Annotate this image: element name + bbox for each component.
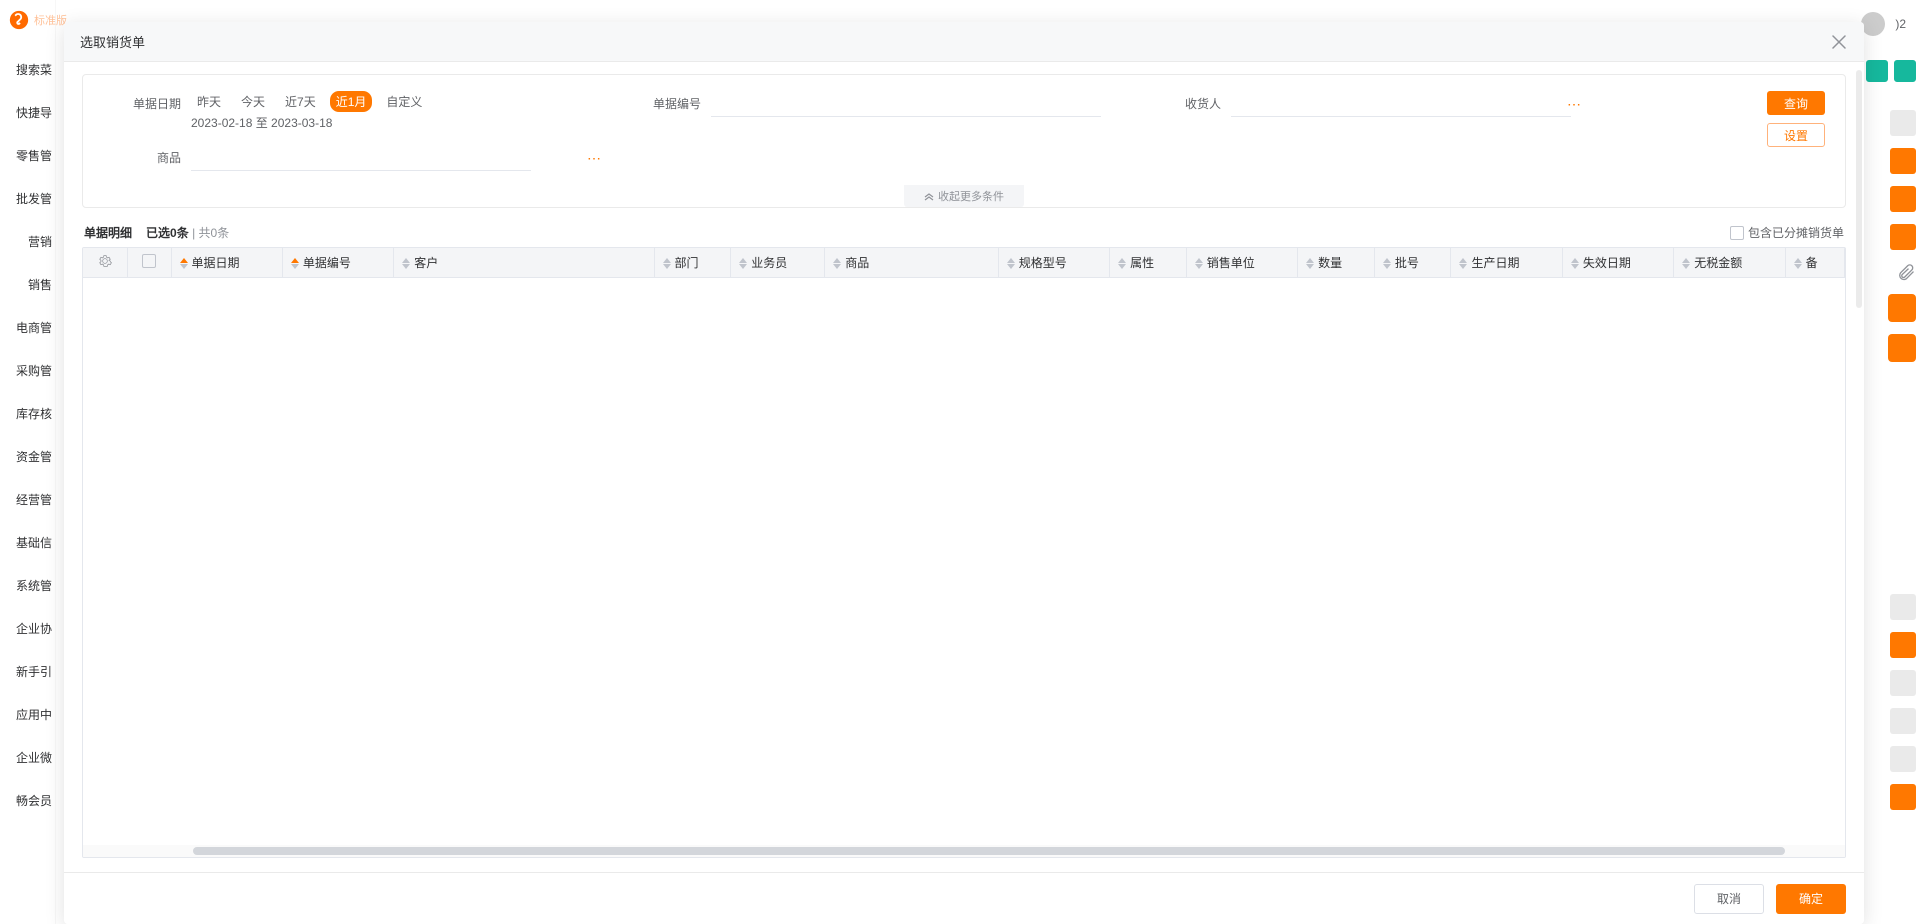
- sort-icon: [402, 258, 410, 269]
- col-salesperson[interactable]: 业务员: [731, 248, 825, 278]
- sort-icon: [1118, 258, 1126, 269]
- modal-body: 单据日期 昨天 今天 近7天 近1月 自定义 2023-02-18 至 2023…: [64, 62, 1864, 872]
- filter-date-label: 单据日期: [121, 91, 181, 112]
- date-chip-today[interactable]: 今天: [235, 91, 271, 112]
- sort-icon: [1682, 258, 1690, 269]
- filter-action-buttons: 查询 设置: [1767, 91, 1825, 147]
- col-customer[interactable]: 客户: [394, 248, 654, 278]
- date-range-text: 2023-02-18 至 2023-03-18: [191, 114, 601, 131]
- sort-icon: [1007, 258, 1015, 269]
- product-more-icon[interactable]: ⋯: [587, 150, 601, 167]
- col-expire-date[interactable]: 失效日期: [1562, 248, 1673, 278]
- modal-title: 选取销货单: [80, 32, 145, 51]
- modal-header: 选取销货单: [64, 22, 1864, 62]
- sort-asc-icon: [180, 258, 188, 269]
- col-no-tax-amount[interactable]: 无税金额: [1674, 248, 1785, 278]
- detail-label: 单据明细: [84, 224, 132, 241]
- selected-text: 已选0条 | 共0条: [146, 224, 229, 241]
- close-icon[interactable]: [1830, 33, 1848, 51]
- col-dept[interactable]: 部门: [654, 248, 731, 278]
- col-spec[interactable]: 规格型号: [998, 248, 1109, 278]
- filter-product-group: 商品 ⋯: [121, 145, 601, 171]
- x-icon: [1832, 35, 1846, 49]
- sort-icon: [833, 258, 841, 269]
- include-dispatched-label: 包含已分摊销货单: [1748, 224, 1844, 241]
- filter-receiver-group: 收货人 ⋯: [1161, 91, 1581, 117]
- checkbox-icon: [142, 254, 156, 268]
- date-chip-last7[interactable]: 近7天: [279, 91, 322, 112]
- sort-icon: [663, 258, 671, 269]
- filter-receiver-input[interactable]: [1231, 91, 1571, 117]
- sort-icon: [1459, 258, 1467, 269]
- filter-number-group: 单据编号: [641, 91, 1121, 117]
- filter-number-label: 单据编号: [641, 91, 701, 112]
- include-dispatched-checkbox[interactable]: 包含已分摊销货单: [1730, 224, 1844, 241]
- col-remark[interactable]: 备: [1785, 248, 1844, 278]
- scrollbar-thumb[interactable]: [193, 847, 1785, 855]
- filter-product-input[interactable]: [191, 145, 531, 171]
- settings-button[interactable]: 设置: [1767, 123, 1825, 147]
- filter-card: 单据日期 昨天 今天 近7天 近1月 自定义 2023-02-18 至 2023…: [82, 74, 1846, 208]
- date-chip-last1m[interactable]: 近1月: [330, 91, 373, 112]
- sort-icon: [739, 258, 747, 269]
- sort-asc-icon: [291, 258, 299, 269]
- date-chip-custom[interactable]: 自定义: [380, 91, 428, 112]
- gear-icon: [98, 255, 112, 271]
- col-number[interactable]: 单据编号: [282, 248, 393, 278]
- query-button[interactable]: 查询: [1767, 91, 1825, 115]
- sort-icon: [1794, 258, 1802, 269]
- cancel-button[interactable]: 取消: [1694, 884, 1764, 914]
- select-sales-order-modal: 选取销货单 单据日期 昨天 今天 近7天 近1月 自定义: [64, 22, 1864, 924]
- collapse-filter-label: 收起更多条件: [938, 188, 1004, 204]
- filter-receiver-label: 收货人: [1161, 91, 1221, 112]
- table-horizontal-scrollbar[interactable]: [83, 845, 1845, 857]
- filter-date-group: 单据日期 昨天 今天 近7天 近1月 自定义 2023-02-18 至 2023…: [121, 91, 601, 131]
- filter-product-label: 商品: [121, 145, 181, 166]
- date-chip-row: 昨天 今天 近7天 近1月 自定义: [191, 91, 601, 112]
- checkbox-icon: [1730, 226, 1744, 240]
- sort-icon: [1195, 258, 1203, 269]
- collapse-filter-bar[interactable]: 收起更多条件: [904, 185, 1024, 207]
- results-table: 单据日期 单据编号 客户 部门 业务员 商品 规格型号 属性 销售单位 数量 批…: [82, 247, 1846, 858]
- modal-vertical-scrollbar[interactable]: [1856, 70, 1862, 864]
- filter-number-input[interactable]: [711, 91, 1101, 117]
- table-select-all-col[interactable]: [127, 248, 171, 278]
- col-product[interactable]: 商品: [825, 248, 999, 278]
- col-qty[interactable]: 数量: [1298, 248, 1375, 278]
- sort-icon: [1306, 258, 1314, 269]
- scrollbar-thumb[interactable]: [1856, 70, 1862, 308]
- sort-icon: [1383, 258, 1391, 269]
- col-date[interactable]: 单据日期: [171, 248, 282, 278]
- col-attr[interactable]: 属性: [1110, 248, 1187, 278]
- chevron-double-up-icon: [924, 191, 934, 201]
- summary-row: 单据明细 已选0条 | 共0条 包含已分摊销货单: [82, 218, 1846, 247]
- modal-footer: 取消 确定: [64, 872, 1864, 924]
- receiver-more-icon[interactable]: ⋯: [1567, 96, 1581, 113]
- col-prod-date[interactable]: 生产日期: [1451, 248, 1562, 278]
- sort-icon: [1571, 258, 1579, 269]
- col-unit[interactable]: 销售单位: [1186, 248, 1297, 278]
- date-chip-yesterday[interactable]: 昨天: [191, 91, 227, 112]
- col-batch[interactable]: 批号: [1374, 248, 1451, 278]
- confirm-button[interactable]: 确定: [1776, 884, 1846, 914]
- table-settings-col[interactable]: [83, 248, 127, 278]
